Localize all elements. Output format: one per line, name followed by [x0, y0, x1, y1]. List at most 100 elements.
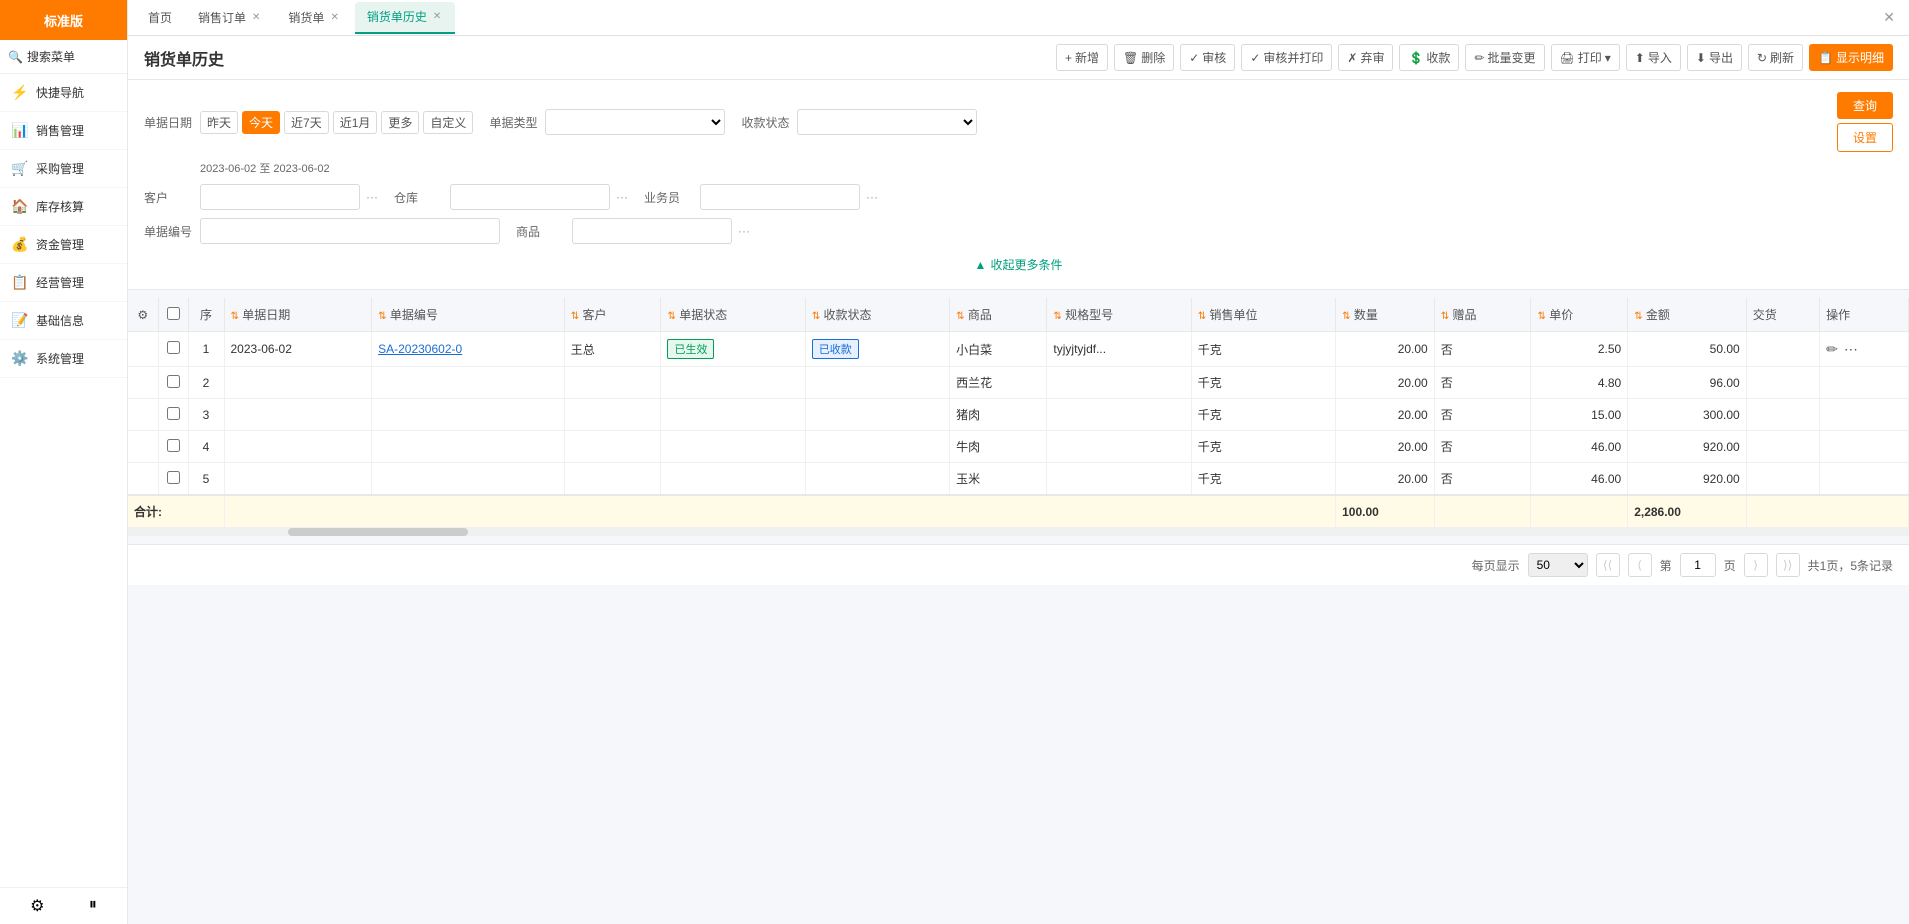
- collect-button[interactable]: 💲 收款: [1399, 44, 1459, 71]
- col-date[interactable]: ⇅ 单据日期: [224, 298, 372, 332]
- col-gift[interactable]: ⇅ 赠品: [1434, 298, 1531, 332]
- tab-sales-history[interactable]: 销货单历史 ✕: [355, 2, 455, 34]
- warehouse-input[interactable]: [450, 184, 610, 210]
- batch-change-button[interactable]: ✏ 批量变更: [1465, 44, 1544, 71]
- col-unit-price[interactable]: ⇅ 单价: [1531, 298, 1628, 332]
- doc-number-input[interactable]: [200, 218, 500, 244]
- scrollbar-thumb[interactable]: [288, 528, 468, 536]
- settings-icon[interactable]: ⚙: [30, 896, 44, 916]
- next-page-button[interactable]: ⟩: [1744, 553, 1768, 577]
- abandon-icon: ✗: [1347, 51, 1357, 65]
- col-customer[interactable]: ⇅ 客户: [564, 298, 661, 332]
- sidebar-item-inventory[interactable]: 🏠 库存核算: [0, 188, 127, 226]
- doc-type-select[interactable]: [545, 109, 725, 135]
- tab-home[interactable]: 首页: [136, 2, 184, 34]
- row-doc-no: [372, 463, 565, 496]
- sidebar-item-operation[interactable]: 📋 经营管理: [0, 264, 127, 302]
- more-icon[interactable]: ⋯: [1844, 341, 1858, 358]
- sort-icon: ⇅: [1634, 311, 1642, 322]
- date-btn-yesterday[interactable]: 昨天: [200, 111, 238, 134]
- delete-icon: 🗑: [1123, 51, 1138, 65]
- col-amount[interactable]: ⇅ 金额: [1628, 298, 1747, 332]
- show-detail-button[interactable]: 📋 显示明细: [1809, 44, 1893, 71]
- row-check[interactable]: [158, 431, 188, 463]
- goods-input[interactable]: [572, 218, 732, 244]
- sidebar-item-quick-nav[interactable]: ⚡ 快捷导航: [0, 74, 127, 112]
- row-doc-status: [661, 399, 805, 431]
- col-doc-no[interactable]: ⇅ 单据编号: [372, 298, 565, 332]
- sidebar-search[interactable]: 🔍 搜索菜单: [0, 40, 127, 74]
- review-print-button[interactable]: ✓ 审核并打印: [1241, 44, 1332, 71]
- row-amount: 96.00: [1628, 367, 1747, 399]
- row-check[interactable]: [158, 367, 188, 399]
- customer-input[interactable]: [200, 184, 360, 210]
- col-spec[interactable]: ⇅ 规格型号: [1047, 298, 1191, 332]
- export-button[interactable]: ⬇ 导出: [1687, 44, 1742, 71]
- tab-sales-order-close[interactable]: ✕: [250, 11, 262, 24]
- date-btn-custom[interactable]: 自定义: [423, 111, 473, 134]
- row-checkbox[interactable]: [167, 407, 180, 420]
- customer-dots[interactable]: ···: [366, 190, 378, 204]
- close-all-tabs[interactable]: ✕: [1877, 9, 1901, 26]
- select-all-checkbox[interactable]: [167, 307, 180, 320]
- edit-icon[interactable]: ✏: [1826, 341, 1838, 358]
- goods-dots[interactable]: ···: [738, 224, 750, 238]
- col-gear[interactable]: ⚙: [128, 298, 158, 332]
- warehouse-dots[interactable]: ···: [616, 190, 628, 204]
- sidebar-item-finance[interactable]: 💰 资金管理: [0, 226, 127, 264]
- col-sales-unit[interactable]: ⇅ 销售单位: [1191, 298, 1335, 332]
- row-checkbox[interactable]: [167, 471, 180, 484]
- tab-sales-delivery[interactable]: 销货单 ✕: [276, 2, 352, 34]
- query-button[interactable]: 查询: [1837, 92, 1893, 119]
- date-btn-more[interactable]: 更多: [381, 111, 419, 134]
- add-button[interactable]: + 新增: [1056, 44, 1108, 71]
- main-area: 首页 销售订单 ✕ 销货单 ✕ 销货单历史 ✕ ✕ 销货单历史 + 新增: [128, 0, 1909, 924]
- refresh-button[interactable]: ↻ 刷新: [1748, 44, 1803, 71]
- row-check[interactable]: [158, 332, 188, 367]
- print-button[interactable]: 🖨 打印 ▾: [1551, 44, 1620, 71]
- summary-end: [1746, 495, 1908, 528]
- col-pay-status[interactable]: ⇅ 收款状态: [805, 298, 949, 332]
- row-check[interactable]: [158, 399, 188, 431]
- row-checkbox[interactable]: [167, 375, 180, 388]
- first-page-button[interactable]: ⟨⟨: [1596, 553, 1620, 577]
- sidebar-item-sys-mgmt[interactable]: ⚙️ 系统管理: [0, 340, 127, 378]
- sidebar-item-purchase-mgmt[interactable]: 🛒 采购管理: [0, 150, 127, 188]
- tab-sales-delivery-close[interactable]: ✕: [328, 11, 340, 24]
- scrollbar-track[interactable]: [128, 528, 1909, 536]
- last-page-button[interactable]: ⟩⟩: [1776, 553, 1800, 577]
- prev-page-button[interactable]: ⟨: [1628, 553, 1652, 577]
- abandon-button[interactable]: ✗ 弃审: [1338, 44, 1393, 71]
- date-btn-7days[interactable]: 近7天: [284, 111, 329, 134]
- collapse-button[interactable]: ▲ 收起更多条件: [971, 252, 1067, 277]
- tab-sales-history-close[interactable]: ✕: [431, 10, 443, 23]
- sidebar-item-sales-mgmt[interactable]: 📊 销售管理: [0, 112, 127, 150]
- col-doc-status[interactable]: ⇅ 单据状态: [661, 298, 805, 332]
- date-btn-today[interactable]: 今天: [242, 111, 280, 134]
- pause-icon[interactable]: ⏸: [89, 896, 97, 916]
- row-checkbox[interactable]: [167, 341, 180, 354]
- col-qty[interactable]: ⇅ 数量: [1336, 298, 1435, 332]
- date-btn-1month[interactable]: 近1月: [333, 111, 378, 134]
- doc-no-link[interactable]: SA-20230602-0: [378, 342, 462, 356]
- salesperson-dots[interactable]: ···: [866, 190, 878, 204]
- row-check[interactable]: [158, 463, 188, 496]
- row-transaction: [1746, 431, 1819, 463]
- collect-label: 收款: [1426, 49, 1450, 66]
- salesperson-input[interactable]: [700, 184, 860, 210]
- row-customer: 王总: [564, 332, 661, 367]
- row-spec: [1047, 399, 1191, 431]
- page-size-select[interactable]: 50 10 20 100: [1528, 553, 1588, 577]
- pay-status-select[interactable]: [797, 109, 977, 135]
- delete-button[interactable]: 🗑 删除: [1114, 44, 1174, 71]
- review-button[interactable]: ✓ 审核: [1180, 44, 1235, 71]
- tab-sales-order[interactable]: 销售订单 ✕: [186, 2, 274, 34]
- col-goods[interactable]: ⇅ 商品: [950, 298, 1047, 332]
- collapse-row: ▲ 收起更多条件: [144, 252, 1893, 277]
- filter-item-doc-number: 单据编号: [144, 218, 500, 244]
- page-number-input[interactable]: [1680, 553, 1716, 577]
- row-checkbox[interactable]: [167, 439, 180, 452]
- set-button[interactable]: 设置: [1837, 123, 1893, 152]
- import-button[interactable]: ⬆ 导入: [1626, 44, 1681, 71]
- sidebar-item-base-info[interactable]: 📝 基础信息: [0, 302, 127, 340]
